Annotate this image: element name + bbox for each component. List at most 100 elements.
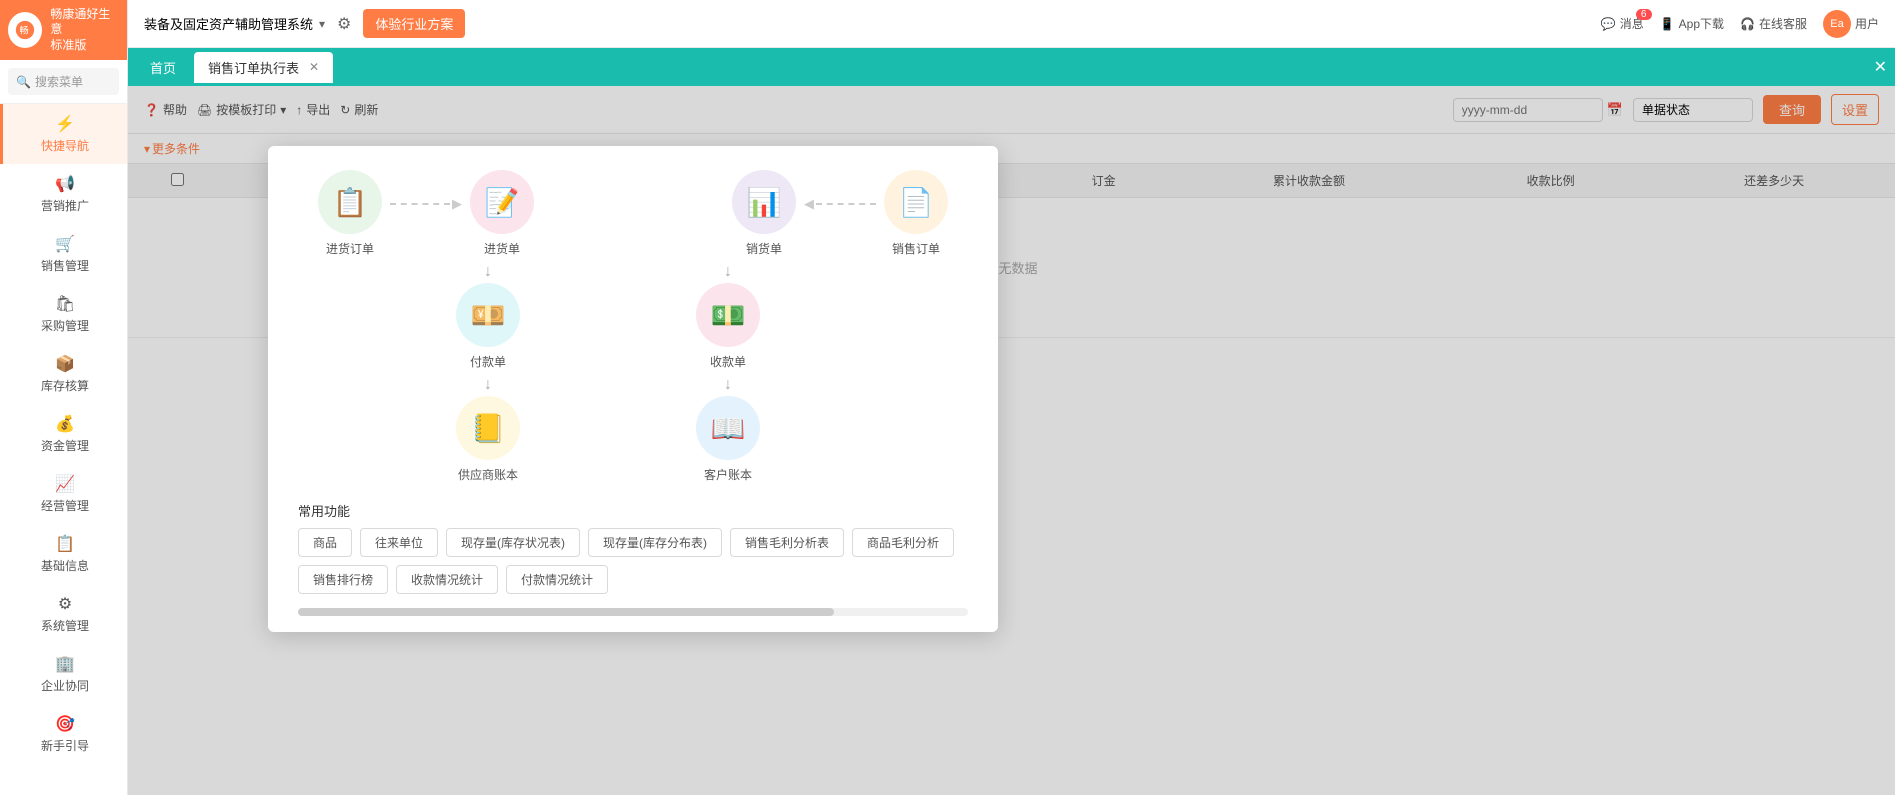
common-btn-receipt-stats[interactable]: 收款情况统计 [396,565,498,594]
service-icon: 🎧 [1740,17,1755,31]
svg-text:畅: 畅 [20,25,29,36]
down-arrow-sales: ↓ [724,263,732,281]
topbar-right: 💬 消息 6 📱 App下载 🎧 在线客服 Ea 用户 [1601,10,1879,38]
receipt-icon: 💵 [711,299,746,332]
payment-node[interactable]: 💴 付款单 [456,283,520,370]
purchase-order-node[interactable]: 📋 进货订单 [318,170,382,257]
logo-text: 畅康通好生意 标准版 [50,7,119,54]
tab-close-main-icon[interactable]: ✕ [1874,57,1887,77]
sidebar-item-purchase[interactable]: 🛍 采购管理 [0,284,127,344]
sidebar-item-basic[interactable]: 📋 基础信息 [0,524,127,584]
experience-button[interactable]: 体验行业方案 [363,9,465,38]
enterprise-icon: 🏢 [55,654,75,674]
payment-circle: 💴 [456,283,520,347]
modal-overlay: 📋 进货订单 ▶ 📝 [128,86,1895,795]
sales-order-label: 销售订单 [892,240,940,257]
modal-scrollbar[interactable] [298,608,968,616]
payment-label: 付款单 [470,353,506,370]
sidebar-item-finance[interactable]: 💰 资金管理 [0,404,127,464]
common-btn-payment-stats[interactable]: 付款情况统计 [506,565,608,594]
sidebar-item-system[interactable]: ⚙ 系统管理 [0,584,127,644]
purchase-node[interactable]: 📝 进货单 [470,170,534,257]
user-menu[interactable]: Ea 用户 [1823,10,1879,38]
common-btn-stock-status[interactable]: 现存量(库存状况表) [446,528,580,557]
sales-icon: 🛒 [55,234,75,254]
sidebar-logo: 畅 畅康通好生意 标准版 [0,0,127,60]
sidebar-item-marketing[interactable]: 📢 营销推广 [0,164,127,224]
tab-sales-order[interactable]: 销售订单执行表 ✕ [194,52,333,83]
tab-close-icon[interactable]: ✕ [309,60,319,74]
purchase-icon: 📝 [485,186,520,219]
sidebar-item-operation[interactable]: 📈 经营管理 [0,464,127,524]
common-btn-product-gross[interactable]: 商品毛利分析 [852,528,954,557]
sidebar-item-enterprise[interactable]: 🏢 企业协同 [0,644,127,704]
sidebar-item-sales[interactable]: 🛒 销售管理 [0,224,127,284]
content-area: ❓ 帮助 🖨 按模板打印 ▾ ↑ 导出 ↻ 刷新 [128,86,1895,795]
supplier-ledger-icon: 📒 [471,412,506,445]
app-download-button[interactable]: 📱 App下载 [1660,15,1724,32]
sales-order-circle: 📄 [884,170,948,234]
user-avatar: Ea [1823,10,1851,38]
system-dropdown[interactable]: ▾ [319,17,325,31]
sidebar-item-inventory[interactable]: 📦 库存核算 [0,344,127,404]
purchase-label: 进货单 [484,240,520,257]
arrow-right-1: ▶ [382,196,470,232]
sales-node[interactable]: 📊 销货单 [732,170,796,257]
search-menu-button[interactable]: 🔍 搜索菜单 [8,68,119,95]
sidebar: 畅 畅康通好生意 标准版 🔍 搜索菜单 ⚡ 快捷导航 📢 营销推广 🛒 [0,0,128,795]
inventory-icon: 📦 [55,354,75,374]
sales-circle: 📊 [732,170,796,234]
sidebar-item-quick-nav[interactable]: ⚡ 快捷导航 [0,104,127,164]
basic-icon: 📋 [55,534,75,554]
purchase-order-circle: 📋 [318,170,382,234]
receipt-circle: 💵 [696,283,760,347]
marketing-icon: 📢 [55,174,75,194]
common-btn-sales-gross[interactable]: 销售毛利分析表 [730,528,844,557]
topbar: 装备及固定资产辅助管理系统 ▾ ⚙ 体验行业方案 💬 消息 6 📱 App下载 … [128,0,1895,48]
customer-ledger-label: 客户账本 [704,466,752,483]
customer-ledger-node[interactable]: 📖 客户账本 [696,396,760,483]
sales-icon: 📊 [747,186,782,219]
purchase-circle: 📝 [470,170,534,234]
sidebar-item-newbie[interactable]: 🎯 新手引导 [0,704,127,764]
message-badge: 6 [1636,9,1652,20]
workflow-diagram: 📋 进货订单 ▶ 📝 [298,170,968,495]
supplier-ledger-label: 供应商账本 [458,466,518,483]
common-buttons-group: 商品 往来单位 现存量(库存状况表) 现存量(库存分布表) 销售毛利分析表 商品… [298,528,968,594]
sidebar-nav: ⚡ 快捷导航 📢 营销推广 🛒 销售管理 🛍 采购管理 📦 库存核算 💰 [0,104,127,795]
finance-icon: 💰 [55,414,75,434]
down-arrow-purchase: ↓ [484,263,492,281]
settings-icon[interactable]: ⚙ [337,14,351,34]
main-area: 装备及固定资产辅助管理系统 ▾ ⚙ 体验行业方案 💬 消息 6 📱 App下载 … [128,0,1895,795]
down-arrow-receipt: ↓ [724,376,732,394]
common-btn-counterpart[interactable]: 往来单位 [360,528,438,557]
customer-ledger-icon: 📖 [711,412,746,445]
operation-icon: 📈 [55,474,75,494]
purchase-order-icon: 📋 [333,186,368,219]
purchase-icon: 🛍 [55,294,75,314]
receipt-label: 收款单 [710,353,746,370]
arrow-left-1: ◀ [796,196,884,232]
message-button[interactable]: 💬 消息 6 [1601,15,1644,32]
scrollbar-thumb [298,608,834,616]
down-arrow-payment: ↓ [484,376,492,394]
common-functions-section: 常用功能 商品 往来单位 现存量(库存状况表) 现存量(库存分布表) 销售毛利分… [298,501,968,594]
system-name: 装备及固定资产辅助管理系统 ▾ [144,14,325,33]
common-functions-title: 常用功能 [298,501,968,520]
tab-home[interactable]: 首页 [136,52,190,83]
receipt-node[interactable]: 💵 收款单 [696,283,760,370]
newbie-icon: 🎯 [55,714,75,734]
system-icon: ⚙ [58,594,72,614]
sidebar-search[interactable]: 🔍 搜索菜单 [0,60,127,104]
tabbar: 首页 销售订单执行表 ✕ ✕ [128,48,1895,86]
common-btn-product[interactable]: 商品 [298,528,352,557]
sales-order-node[interactable]: 📄 销售订单 [884,170,948,257]
supplier-ledger-node[interactable]: 📒 供应商账本 [456,396,520,483]
purchase-order-label: 进货订单 [326,240,374,257]
common-btn-sales-rank[interactable]: 销售排行榜 [298,565,388,594]
download-icon: 📱 [1660,17,1675,31]
online-service-button[interactable]: 🎧 在线客服 [1740,15,1807,32]
quick-nav-modal: 📋 进货订单 ▶ 📝 [268,146,998,632]
common-btn-stock-dist[interactable]: 现存量(库存分布表) [588,528,722,557]
sales-label: 销货单 [746,240,782,257]
